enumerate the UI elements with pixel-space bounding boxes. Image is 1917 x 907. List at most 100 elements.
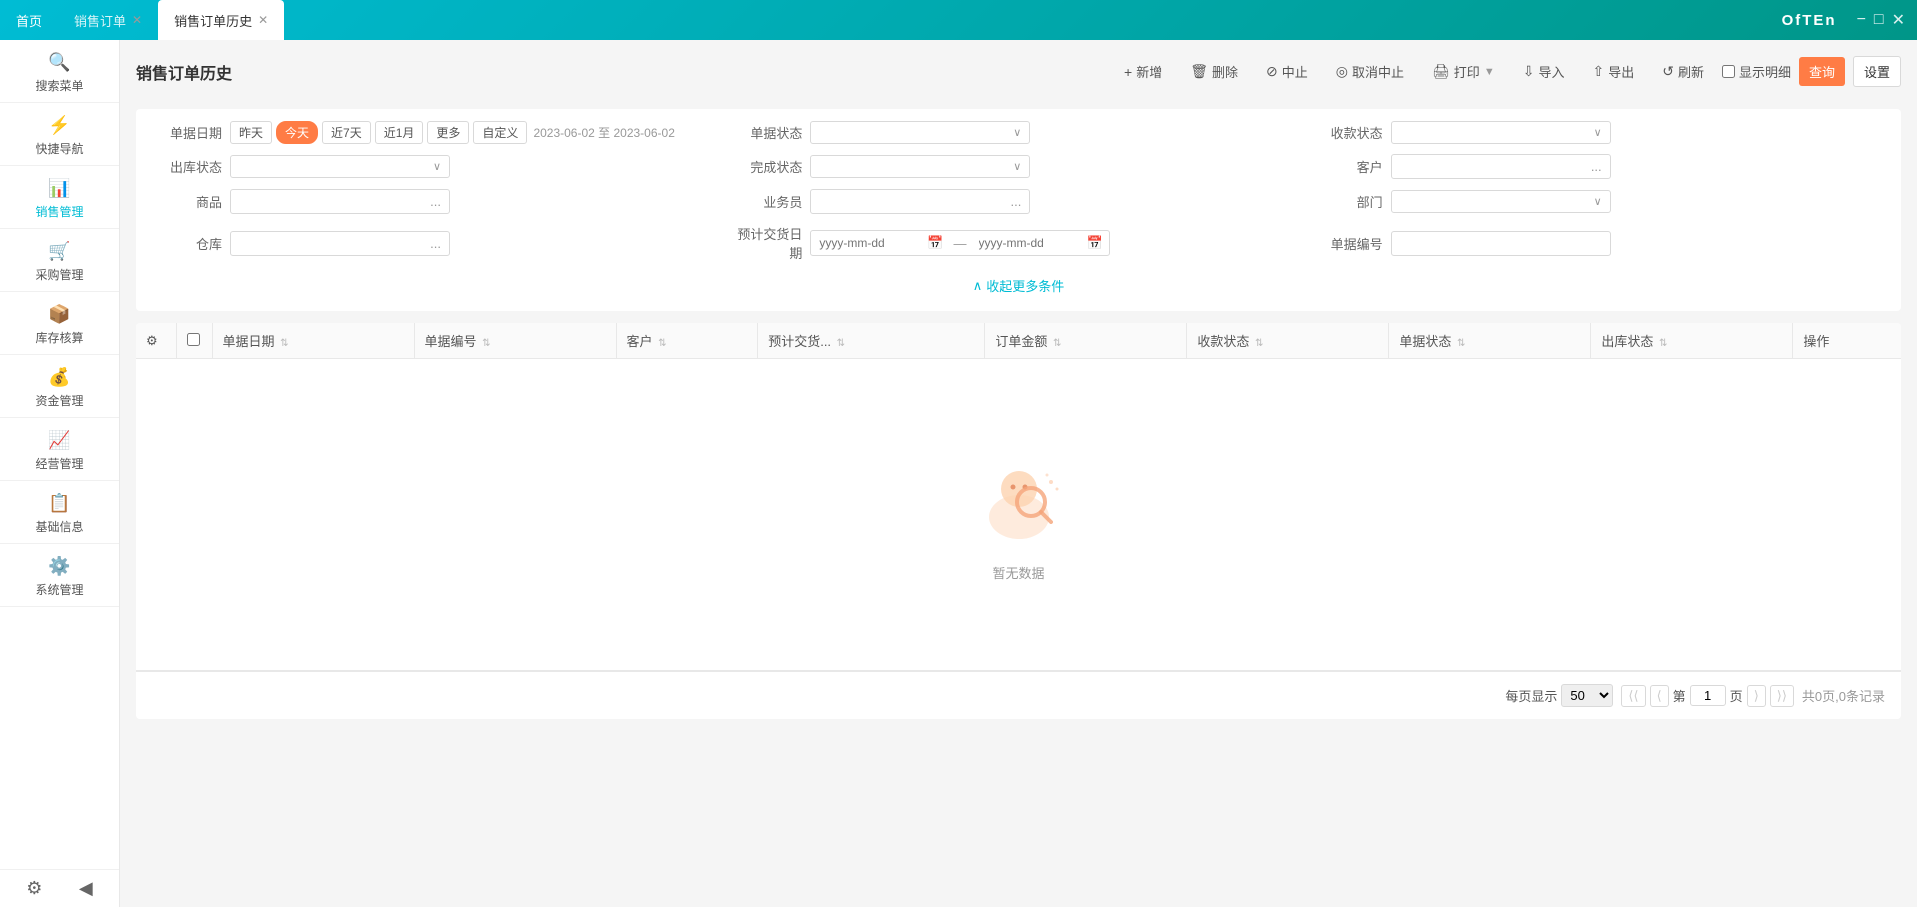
bill-no-label: 单据编号 bbox=[1313, 234, 1383, 253]
customer-control: ... bbox=[1391, 154, 1885, 179]
last-page-btn[interactable]: ⟩⟩ bbox=[1770, 685, 1794, 707]
th-bill-status[interactable]: 单据状态 ⇅ bbox=[1389, 323, 1591, 359]
complete-select[interactable]: ∨ bbox=[810, 155, 1030, 178]
th-bill-date-label: 单据日期 bbox=[223, 334, 275, 349]
dept-select[interactable]: ∨ bbox=[1391, 190, 1611, 213]
print-button[interactable]: 🖨 打印 ▼ bbox=[1422, 57, 1505, 86]
search-menu-icon: 🔍 bbox=[48, 52, 70, 73]
th-bill-no-label: 单据编号 bbox=[425, 334, 477, 349]
display-toggle: 显示明细 bbox=[1722, 62, 1791, 81]
th-settings[interactable]: ⚙ bbox=[136, 323, 176, 359]
sidebar-item-sys-mgmt[interactable]: ⚙️ 系统管理 bbox=[0, 544, 119, 607]
outbound-select[interactable]: ∨ bbox=[230, 155, 450, 178]
th-bill-date[interactable]: 单据日期 ⇅ bbox=[212, 323, 414, 359]
salesperson-input[interactable]: ... bbox=[810, 189, 1030, 214]
delivery-date-start-icon[interactable]: 📅 bbox=[921, 231, 949, 255]
stop-button[interactable]: ⊘ 中止 bbox=[1256, 57, 1318, 86]
data-table: ⚙ 单据日期 ⇅ 单据编号 ⇅ bbox=[136, 323, 1901, 671]
next-page-btn[interactable]: ⟩ bbox=[1747, 685, 1766, 707]
bill-status-select[interactable]: ∨ bbox=[810, 121, 1030, 144]
add-label: 新增 bbox=[1136, 62, 1162, 81]
sidebar-item-capital[interactable]: 💰 资金管理 bbox=[0, 355, 119, 418]
sidebar-item-quick-nav-label: 快捷导航 bbox=[35, 140, 83, 157]
collapse-more[interactable]: ∧ 收起更多条件 bbox=[152, 272, 1885, 299]
th-bill-no[interactable]: 单据编号 ⇅ bbox=[414, 323, 616, 359]
minimize-btn[interactable]: − bbox=[1857, 11, 1866, 29]
tab-sales-order-history[interactable]: 销售订单历史 ✕ bbox=[158, 0, 284, 40]
empty-state-cell: 暂无数据 bbox=[136, 359, 1901, 671]
search-button[interactable]: 查询 bbox=[1799, 57, 1845, 86]
cancel-stop-button[interactable]: ◎ 取消中止 bbox=[1326, 57, 1414, 86]
page-title: 销售订单历史 bbox=[136, 60, 232, 84]
top-bar: 首页 销售订单 ✕ 销售订单历史 ✕ OfTEn − □ ✕ bbox=[0, 0, 1917, 40]
goods-input[interactable]: ... bbox=[230, 189, 450, 214]
tab-sales-order-history-close[interactable]: ✕ bbox=[258, 13, 268, 27]
tab-sales-order-close[interactable]: ✕ bbox=[132, 13, 142, 27]
prev-page-btn[interactable]: ⟨ bbox=[1650, 685, 1669, 707]
first-page-btn[interactable]: ⟨⟨ bbox=[1621, 685, 1645, 707]
warehouse-input[interactable]: ... bbox=[230, 231, 450, 256]
settings-button[interactable]: 设置 bbox=[1853, 56, 1901, 87]
customer-input[interactable]: ... bbox=[1391, 154, 1611, 179]
sidebar: 🔍 搜索菜单 ⚡ 快捷导航 📊 销售管理 🛒 采购管理 📦 库存核算 💰 资金管… bbox=[0, 40, 120, 907]
sidebar-item-purchase-mgmt[interactable]: 🛒 采购管理 bbox=[0, 229, 119, 292]
delivery-date-start-input[interactable] bbox=[811, 232, 921, 254]
amount-sort-icon: ⇅ bbox=[1053, 338, 1061, 349]
sidebar-settings-btn[interactable]: ⚙ bbox=[26, 878, 42, 899]
import-button[interactable]: ⇩ 导入 bbox=[1513, 57, 1575, 86]
sidebar-item-operations[interactable]: 📈 经营管理 bbox=[0, 418, 119, 481]
date-btn-7days[interactable]: 近7天 bbox=[322, 121, 371, 144]
bill-no-input[interactable] bbox=[1391, 231, 1611, 256]
settings-button-label: 设置 bbox=[1864, 62, 1890, 81]
delete-button[interactable]: 🗑 删除 bbox=[1180, 57, 1248, 86]
delivery-date-end-input[interactable] bbox=[971, 232, 1081, 254]
th-customer[interactable]: 客户 ⇅ bbox=[616, 323, 758, 359]
page-label-pre: 第 bbox=[1673, 686, 1686, 705]
sidebar-item-inventory[interactable]: 📦 库存核算 bbox=[0, 292, 119, 355]
add-button[interactable]: + 新增 bbox=[1114, 57, 1172, 86]
bill-status-label: 单据状态 bbox=[732, 123, 802, 142]
date-btn-custom[interactable]: 自定义 bbox=[473, 121, 527, 144]
sidebar-item-sales-mgmt[interactable]: 📊 销售管理 bbox=[0, 166, 119, 229]
refresh-button[interactable]: ↺ 刷新 bbox=[1652, 57, 1714, 86]
display-toggle-checkbox[interactable] bbox=[1722, 65, 1735, 78]
customer-ellipsis: ... bbox=[1591, 159, 1602, 174]
delivery-date-range: 📅 — 📅 bbox=[810, 230, 1109, 256]
tab-sales-order[interactable]: 销售订单 ✕ bbox=[58, 0, 158, 40]
sidebar-item-search-menu[interactable]: 🔍 搜索菜单 bbox=[0, 40, 119, 103]
date-btn-yesterday[interactable]: 昨天 bbox=[230, 121, 272, 144]
customer-label: 客户 bbox=[1313, 157, 1383, 176]
th-checkbox[interactable] bbox=[176, 323, 212, 359]
th-outbound-status[interactable]: 出库状态 ⇅ bbox=[1591, 323, 1793, 359]
warehouse-ellipsis: ... bbox=[430, 236, 441, 251]
export-button[interactable]: ⇧ 导出 bbox=[1582, 57, 1644, 86]
sidebar-item-quick-nav[interactable]: ⚡ 快捷导航 bbox=[0, 103, 119, 166]
receipt-status-select[interactable]: ∨ bbox=[1391, 121, 1611, 144]
delivery-date-end-icon[interactable]: 📅 bbox=[1081, 231, 1109, 255]
date-btn-today[interactable]: 今天 bbox=[276, 121, 318, 144]
toolbar: + 新增 🗑 删除 ⊘ 中止 ◎ 取消中止 🖨 打印 bbox=[1114, 56, 1901, 87]
close-btn[interactable]: ✕ bbox=[1892, 10, 1905, 30]
th-amount[interactable]: 订单金额 ⇅ bbox=[985, 323, 1187, 359]
import-label: 导入 bbox=[1538, 62, 1564, 81]
select-all-checkbox[interactable] bbox=[187, 333, 200, 346]
th-delivery-date[interactable]: 预计交货... ⇅ bbox=[758, 323, 985, 359]
per-page-dropdown[interactable]: 10 20 50 100 bbox=[1561, 684, 1613, 707]
collapse-icon: ∧ bbox=[973, 278, 983, 294]
page-number-input[interactable] bbox=[1690, 685, 1726, 706]
th-receipt-status[interactable]: 收款状态 ⇅ bbox=[1187, 323, 1389, 359]
date-btn-more[interactable]: 更多 bbox=[427, 121, 469, 144]
receipt-status-arrow: ∨ bbox=[1594, 126, 1602, 139]
goods-ellipsis: ... bbox=[430, 194, 441, 209]
maximize-btn[interactable]: □ bbox=[1874, 11, 1884, 29]
complete-label: 完成状态 bbox=[732, 157, 802, 176]
sidebar-collapse-btn[interactable]: ◀ bbox=[79, 878, 93, 899]
date-btn-1month[interactable]: 近1月 bbox=[375, 121, 424, 144]
sidebar-item-base-info[interactable]: 📋 基础信息 bbox=[0, 481, 119, 544]
tab-home[interactable]: 首页 bbox=[0, 0, 58, 40]
pagination-bar: 每页显示 10 20 50 100 ⟨⟨ ⟨ 第 页 ⟩ ⟩⟩ bbox=[136, 671, 1901, 719]
tab-sales-order-history-label: 销售订单历史 bbox=[174, 11, 252, 30]
print-label: 打印 bbox=[1454, 62, 1480, 81]
top-bar-right: OfTEn − □ ✕ bbox=[1770, 10, 1917, 30]
purchase-mgmt-icon: 🛒 bbox=[48, 241, 70, 262]
